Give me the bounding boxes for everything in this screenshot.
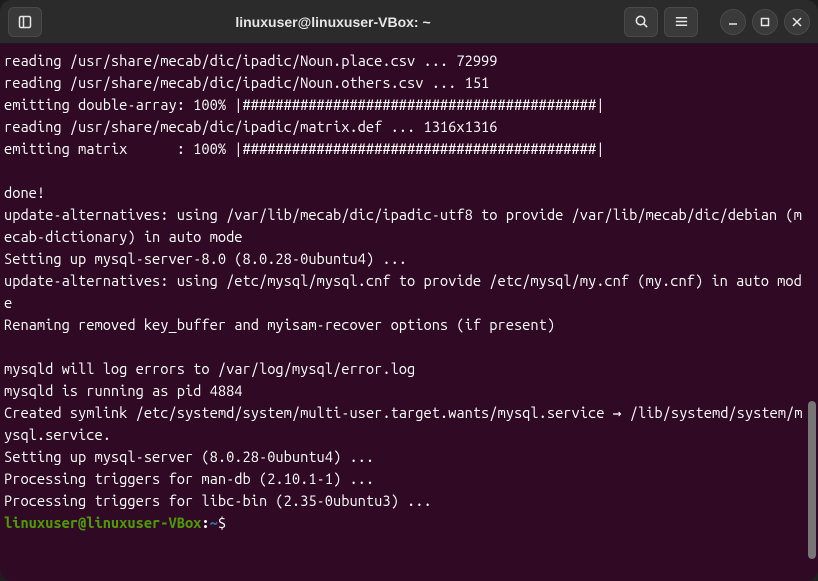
- titlebar-left: [8, 7, 42, 37]
- minimize-button[interactable]: [720, 9, 746, 35]
- maximize-button[interactable]: [752, 9, 778, 35]
- new-tab-button[interactable]: [8, 7, 42, 37]
- new-tab-icon: [17, 14, 33, 30]
- minimize-icon: [728, 17, 738, 27]
- terminal-output: reading /usr/share/mecab/dic/ipadic/Noun…: [4, 52, 802, 509]
- titlebar: linuxuser@linuxuser-VBox: ~: [0, 0, 818, 44]
- search-button[interactable]: [624, 7, 658, 37]
- prompt-path: ~: [210, 514, 218, 531]
- close-button[interactable]: [784, 9, 810, 35]
- maximize-icon: [760, 17, 770, 27]
- window-title: linuxuser@linuxuser-VBox: ~: [48, 14, 618, 30]
- search-icon: [634, 14, 649, 29]
- hamburger-icon: [674, 14, 689, 29]
- scrollbar-track[interactable]: [806, 44, 818, 569]
- prompt-symbol: $: [218, 514, 226, 531]
- terminal-body[interactable]: reading /usr/share/mecab/dic/ipadic/Noun…: [0, 44, 818, 581]
- scrollbar-thumb[interactable]: [808, 401, 816, 559]
- prompt-separator: :: [201, 514, 209, 531]
- menu-button[interactable]: [664, 7, 698, 37]
- terminal-content[interactable]: reading /usr/share/mecab/dic/ipadic/Noun…: [4, 50, 814, 575]
- close-icon: [792, 17, 802, 27]
- titlebar-right: [624, 7, 810, 37]
- prompt-user-host: linuxuser@linuxuser-VBox: [4, 514, 201, 531]
